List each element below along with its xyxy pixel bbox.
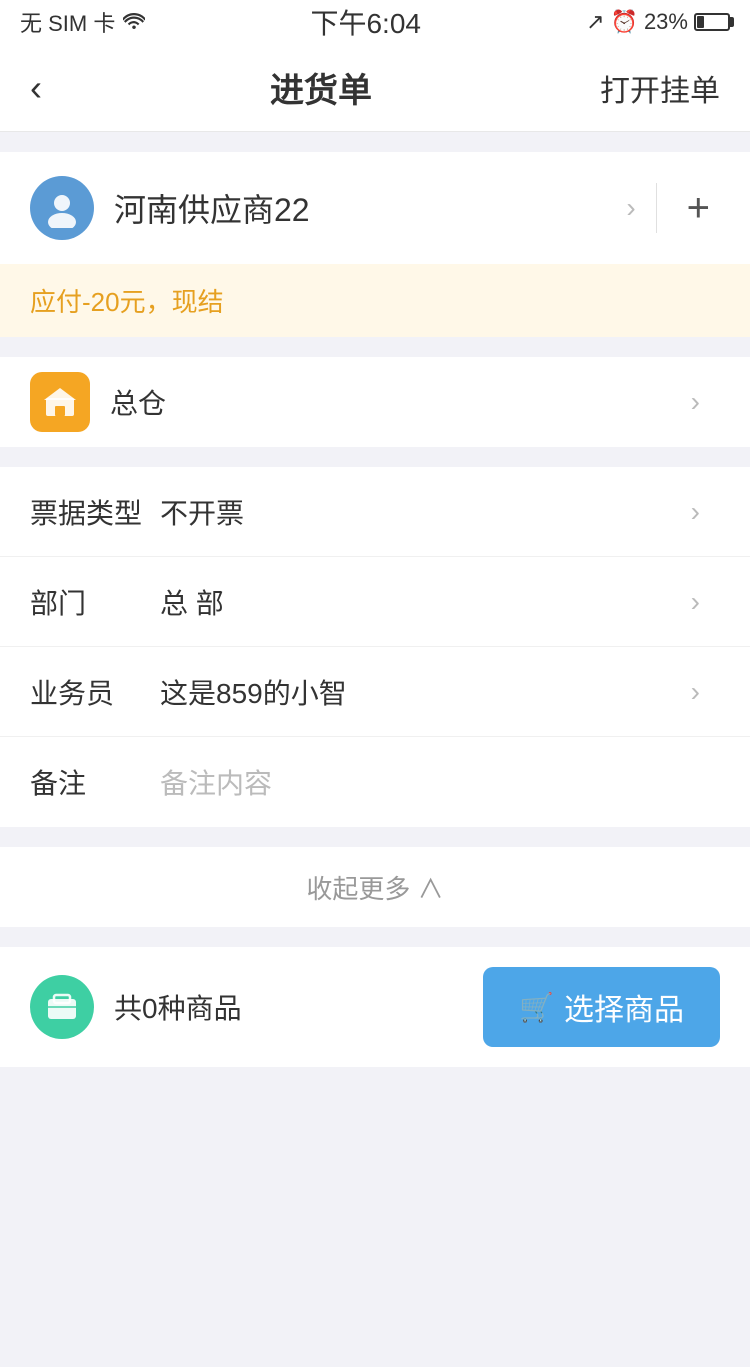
wifi-icon	[123, 9, 145, 35]
status-left: 无 SIM 卡	[20, 6, 145, 38]
select-product-label: 选择商品	[564, 985, 684, 1029]
remark-label: 备注	[30, 762, 160, 802]
supplier-avatar	[30, 176, 94, 240]
alarm-icon: ⏰	[611, 9, 638, 35]
ticket-type-chevron-icon: ›	[691, 496, 700, 528]
supplier-divider	[656, 183, 657, 233]
status-time: 下午6:04	[310, 2, 421, 42]
page-title: 进货单	[270, 63, 372, 112]
product-icon	[30, 975, 94, 1039]
info-section: 票据类型 不开票 › 部门 总 部 › 业务员 这是859的小智 › 备注 备注…	[0, 467, 750, 827]
collapse-label: 收起更多 ∧	[306, 869, 443, 906]
sim-label: 无 SIM 卡	[20, 6, 115, 38]
status-bar: 无 SIM 卡 下午6:04 ↗ ⏰ 23%	[0, 0, 750, 44]
department-chevron-icon: ›	[691, 586, 700, 618]
product-bar: 共0种商品 🛒 选择商品	[0, 947, 750, 1067]
status-right: ↗ ⏰ 23%	[586, 9, 730, 35]
section-divider-1	[0, 132, 750, 152]
salesperson-row[interactable]: 业务员 这是859的小智 ›	[0, 647, 750, 737]
collapse-row[interactable]: 收起更多 ∧	[0, 847, 750, 927]
select-product-icon: 🛒	[519, 991, 554, 1024]
warehouse-icon	[30, 372, 90, 432]
location-icon: ↗	[586, 9, 604, 35]
department-label: 部门	[30, 582, 160, 622]
remark-row[interactable]: 备注 备注内容	[0, 737, 750, 827]
warehouse-row[interactable]: 总仓 ›	[0, 357, 750, 447]
ticket-type-label: 票据类型	[30, 492, 160, 532]
back-button[interactable]: ‹	[30, 67, 42, 109]
battery-bar	[694, 13, 730, 31]
product-count: 共0种商品	[114, 987, 483, 1027]
nav-bar: ‹ 进货单 打开挂单	[0, 44, 750, 132]
salesperson-chevron-icon: ›	[691, 676, 700, 708]
ticket-type-row[interactable]: 票据类型 不开票 ›	[0, 467, 750, 557]
open-pending-button[interactable]: 打开挂单	[600, 66, 720, 110]
add-button[interactable]: +	[677, 186, 720, 231]
remark-input[interactable]: 备注内容	[160, 762, 720, 802]
alert-text: 应付-20元，现结	[30, 287, 224, 317]
department-row[interactable]: 部门 总 部 ›	[0, 557, 750, 647]
supplier-chevron-icon: ›	[626, 192, 635, 224]
salesperson-value: 这是859的小智	[160, 672, 691, 712]
battery-percent: 23%	[644, 9, 688, 35]
page-background	[0, 1067, 750, 1367]
select-product-button[interactable]: 🛒 选择商品	[483, 967, 720, 1047]
salesperson-label: 业务员	[30, 672, 160, 712]
warehouse-section: 总仓 ›	[0, 357, 750, 447]
warehouse-name: 总仓	[110, 382, 691, 422]
warehouse-chevron-icon: ›	[691, 386, 700, 418]
supplier-name: 河南供应商22	[114, 185, 626, 231]
department-value: 总 部	[160, 582, 691, 622]
ticket-type-value: 不开票	[160, 492, 691, 532]
alert-banner: 应付-20元，现结	[0, 264, 750, 337]
supplier-row[interactable]: 河南供应商22 › +	[0, 152, 750, 264]
